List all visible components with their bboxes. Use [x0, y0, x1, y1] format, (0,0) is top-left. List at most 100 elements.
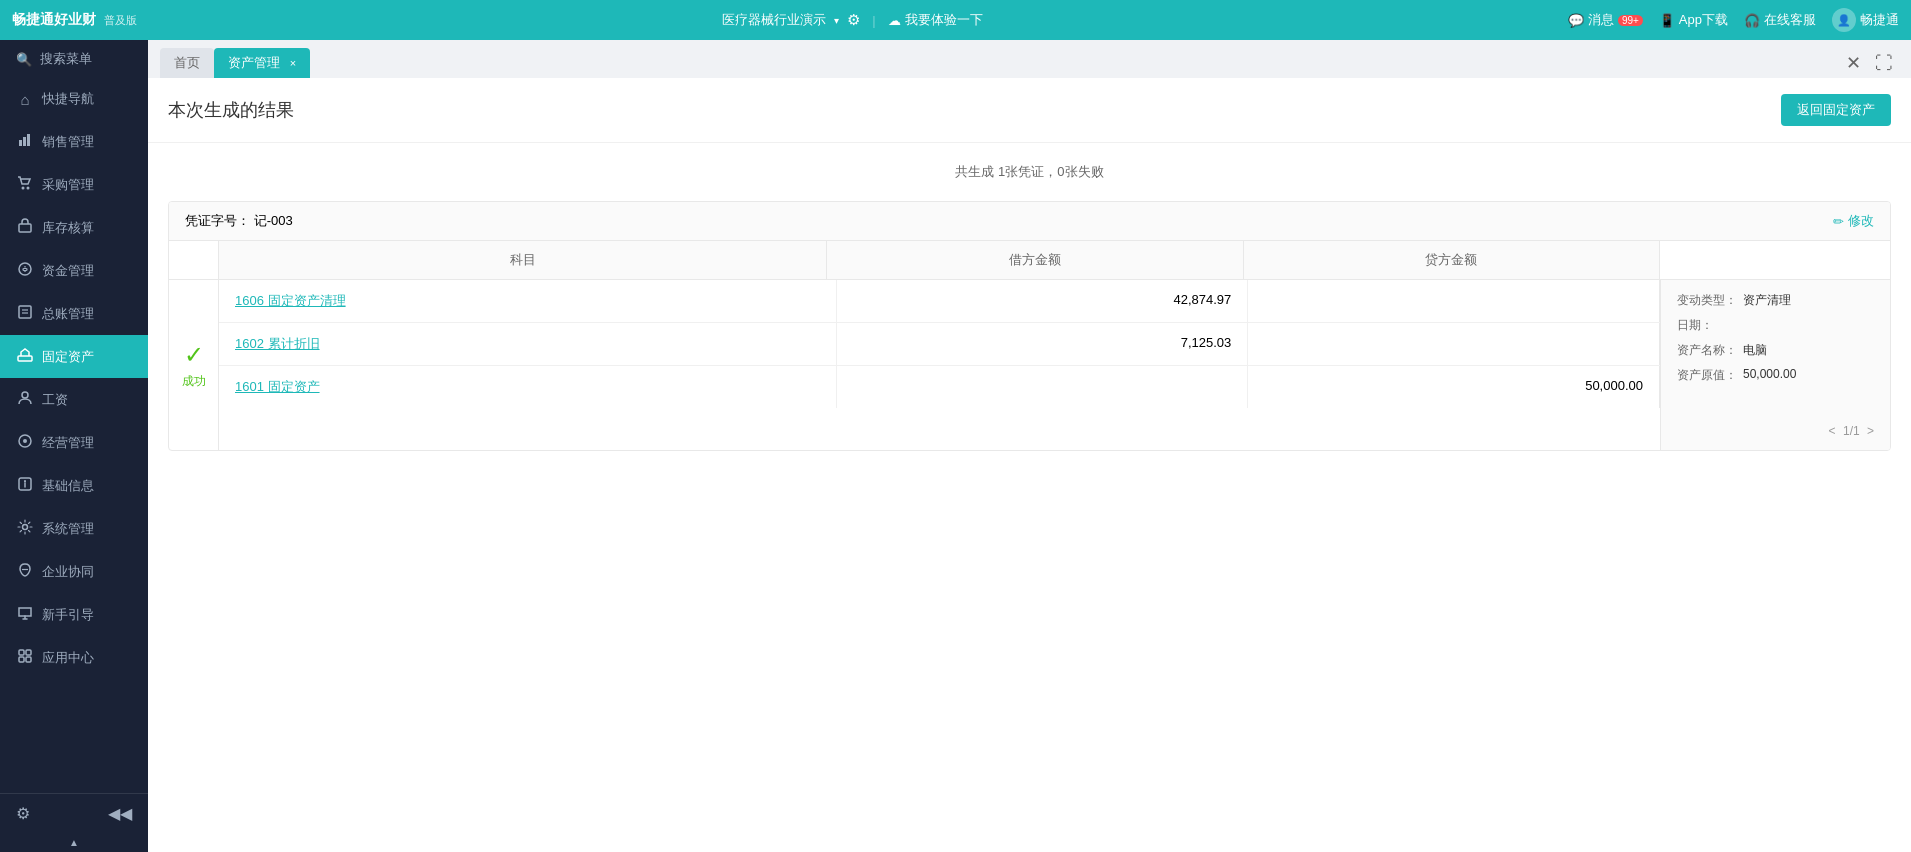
- service-icon: 🎧: [1744, 13, 1760, 28]
- sidebar-scroll-down[interactable]: ▲: [69, 837, 79, 848]
- sidebar-item-enterprise[interactable]: 企业协同: [0, 550, 148, 593]
- asset-name-value: 电脑: [1743, 342, 1767, 359]
- sidebar-item-payroll[interactable]: 工资: [0, 378, 148, 421]
- page-header: 本次生成的结果 返回固定资产: [148, 78, 1911, 143]
- edit-button[interactable]: ✏ 修改: [1833, 212, 1874, 230]
- debit-cell-3: [837, 366, 1249, 408]
- logo-area: 畅捷通好业财 普及版: [12, 11, 137, 29]
- table-body: ✓ 成功 1606 固定资产清理 42,874.97: [169, 280, 1890, 450]
- edit-icon: ✏: [1833, 214, 1844, 229]
- sidebar-item-label: 企业协同: [42, 563, 94, 581]
- sidebar-item-label: 固定资产: [42, 348, 94, 366]
- message-badge: 99+: [1618, 15, 1643, 26]
- svg-rect-0: [19, 140, 22, 146]
- message-action[interactable]: 💬 消息 99+: [1568, 11, 1643, 29]
- app-download-action[interactable]: 📱 App下载: [1659, 11, 1728, 29]
- credit-cell-2: [1248, 323, 1660, 365]
- app-icon: 📱: [1659, 13, 1675, 28]
- sales-icon: [16, 132, 34, 151]
- company-settings-icon[interactable]: ⚙: [847, 11, 860, 29]
- subject-link-1[interactable]: 1606 固定资产清理: [235, 293, 346, 308]
- table-row: 1601 固定资产 50,000.00: [219, 366, 1660, 408]
- original-value-label: 资产原值：: [1677, 367, 1737, 384]
- pagination-next[interactable]: >: [1867, 424, 1874, 438]
- svg-rect-2: [27, 134, 30, 146]
- finance-icon: [16, 261, 34, 280]
- enterprise-icon: [16, 562, 34, 581]
- online-service-action[interactable]: 🎧 在线客服: [1744, 11, 1816, 29]
- table-row: 1602 累计折旧 7,125.03: [219, 323, 1660, 366]
- svg-point-4: [27, 187, 30, 190]
- sidebar-item-system[interactable]: 系统管理: [0, 507, 148, 550]
- sidebar-item-label: 销售管理: [42, 133, 94, 151]
- asset-name-label: 资产名称：: [1677, 342, 1737, 359]
- result-summary: 共生成 1张凭证，0张失败: [148, 143, 1911, 201]
- panel-asset-name: 资产名称： 电脑: [1677, 342, 1874, 359]
- sidebar-item-fixed-assets[interactable]: 固定资产: [0, 335, 148, 378]
- panel-date: 日期：: [1677, 317, 1874, 334]
- avatar: 👤: [1832, 8, 1856, 32]
- main-layout: 🔍 搜索菜单 ⌂ 快捷导航 销售管理 采购管理: [0, 40, 1911, 852]
- app-center-icon: [16, 648, 34, 667]
- original-value-value: 50,000.00: [1743, 367, 1796, 384]
- logo-text: 畅捷通好业财: [12, 11, 96, 29]
- svg-rect-18: [19, 650, 24, 655]
- payroll-icon: [16, 390, 34, 409]
- experience-icon: ☁: [888, 13, 901, 28]
- sidebar-item-basic-info[interactable]: 基础信息: [0, 464, 148, 507]
- return-button[interactable]: 返回固定资产: [1781, 94, 1891, 126]
- basic-info-icon: [16, 476, 34, 495]
- settings-footer-icon[interactable]: ⚙: [16, 804, 30, 823]
- sidebar-item-operations[interactable]: 经营管理: [0, 421, 148, 464]
- page-content: 本次生成的结果 返回固定资产 共生成 1张凭证，0张失败 凭证字号： 记-003: [148, 78, 1911, 852]
- voucher-code-value: 记-003: [254, 213, 293, 228]
- experience-button[interactable]: ☁ 我要体验一下: [888, 11, 983, 29]
- user-action[interactable]: 👤 畅捷通: [1832, 8, 1899, 32]
- svg-point-11: [22, 392, 28, 398]
- maximize-modal-icon[interactable]: ⛶: [1869, 49, 1899, 78]
- credit-col-header: 贷方金额: [1244, 241, 1660, 279]
- debit-col-header: 借方金额: [827, 241, 1243, 279]
- close-modal-icon[interactable]: ✕: [1840, 48, 1867, 78]
- tab-close-icon[interactable]: ×: [290, 57, 296, 69]
- ledger-icon: [16, 304, 34, 323]
- collapse-icon[interactable]: ◀◀: [108, 804, 132, 823]
- pagination-prev[interactable]: <: [1829, 424, 1836, 438]
- tab-asset-management[interactable]: 资产管理 ×: [214, 48, 310, 78]
- sidebar-item-tutorial[interactable]: 新手引导: [0, 593, 148, 636]
- sidebar-scroll-area[interactable]: ⌂ 快捷导航 销售管理 采购管理 库: [0, 78, 148, 793]
- debit-cell-2: 7,125.03: [837, 323, 1249, 365]
- header-right: 💬 消息 99+ 📱 App下载 🎧 在线客服 👤 畅捷通: [1568, 8, 1899, 32]
- content-area: 首页 资产管理 × ✕ ⛶ 本次生成的结果 返回固定资产 共生成 1张凭证，0张…: [148, 40, 1911, 852]
- voucher-header: 凭证字号： 记-003 ✏ 修改: [169, 202, 1890, 241]
- message-icon: 💬: [1568, 13, 1584, 28]
- data-rows-area: 1606 固定资产清理 42,874.97 1602 累计折旧 7,125: [219, 280, 1660, 450]
- quick-nav-icon: ⌂: [16, 91, 34, 108]
- sidebar-item-label: 经营管理: [42, 434, 94, 452]
- sidebar-item-ledger[interactable]: 总账管理: [0, 292, 148, 335]
- svg-rect-19: [26, 650, 31, 655]
- sidebar-item-quick-nav[interactable]: ⌂ 快捷导航: [0, 78, 148, 120]
- sidebar-item-inventory[interactable]: 库存核算: [0, 206, 148, 249]
- purchase-icon: [16, 175, 34, 194]
- change-type-label: 变动类型：: [1677, 292, 1737, 309]
- pagination-indicator: 1/1: [1843, 424, 1863, 438]
- sidebar-item-app-center[interactable]: 应用中心: [0, 636, 148, 679]
- company-name: 医疗器械行业演示: [722, 11, 826, 29]
- sidebar-item-purchase[interactable]: 采购管理: [0, 163, 148, 206]
- subject-cell-2: 1602 累计折旧: [219, 323, 837, 365]
- subject-link-3[interactable]: 1601 固定资产: [235, 379, 320, 394]
- svg-point-17: [23, 525, 28, 530]
- sidebar-item-finance[interactable]: 资金管理: [0, 249, 148, 292]
- svg-rect-5: [19, 224, 31, 232]
- side-panel: 变动类型： 资产清理 日期： 资产名称： 电脑: [1660, 280, 1890, 450]
- sidebar-item-label: 库存核算: [42, 219, 94, 237]
- sidebar-item-label: 采购管理: [42, 176, 94, 194]
- svg-rect-1: [23, 137, 26, 146]
- page-title: 本次生成的结果: [168, 98, 294, 122]
- sidebar-search[interactable]: 🔍 搜索菜单: [0, 40, 148, 78]
- subject-link-2[interactable]: 1602 累计折旧: [235, 336, 320, 351]
- sidebar-item-sales[interactable]: 销售管理: [0, 120, 148, 163]
- tab-home[interactable]: 首页: [160, 48, 214, 78]
- company-dropdown-icon[interactable]: ▾: [834, 15, 839, 26]
